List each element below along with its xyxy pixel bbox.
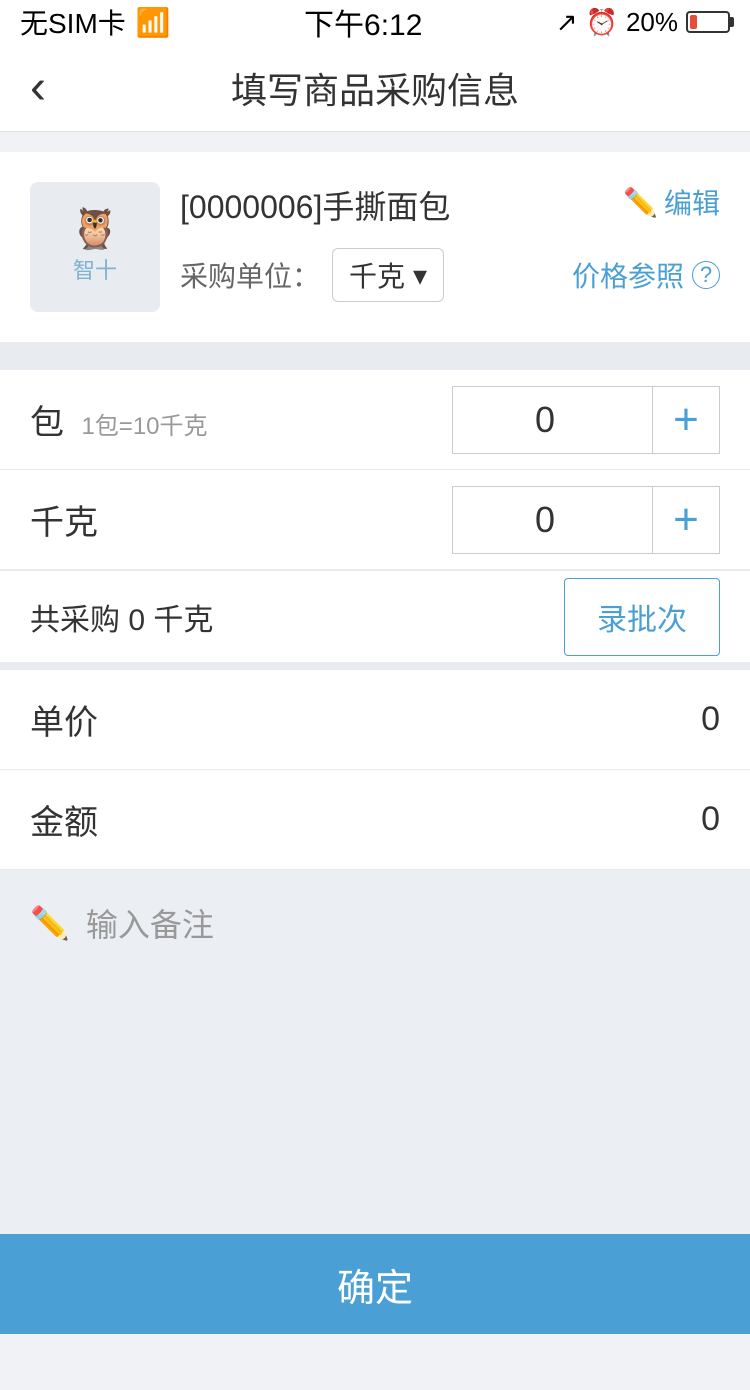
- dropdown-arrow-icon: ▾: [413, 259, 427, 292]
- edit-icon: ✏️: [623, 186, 658, 219]
- price-section: 单价 0 金额 0: [0, 670, 750, 870]
- wifi-icon: 📶: [136, 6, 171, 39]
- section-divider-1: [0, 350, 750, 370]
- quantity-section: 包 1包=10千克 + 千克 +: [0, 370, 750, 570]
- price-ref-label: 价格参照: [572, 255, 684, 295]
- edit-button[interactable]: ✏️ 编辑: [623, 182, 720, 222]
- edit-label: 编辑: [664, 182, 720, 222]
- product-info: [0000006]手撕面包 ✏️ 编辑 采购单位： 千克 ▾ 价格参照 ?: [180, 182, 720, 302]
- kg-quantity-input[interactable]: [452, 486, 652, 554]
- unit-price-value: 0: [701, 700, 720, 739]
- unit-price-label: 单价: [30, 695, 98, 744]
- bag-sub-label: 1包=10千克: [81, 413, 207, 440]
- amount-value: 0: [701, 800, 720, 839]
- status-right: ↗ ⏰ 20%: [556, 7, 730, 38]
- info-icon: ?: [692, 261, 720, 289]
- amount-label: 金额: [30, 795, 98, 844]
- confirm-label: 确定: [337, 1257, 413, 1312]
- battery-label: 20%: [626, 7, 678, 38]
- bag-plus-button[interactable]: +: [652, 386, 720, 454]
- confirm-button[interactable]: 确定: [0, 1234, 750, 1334]
- back-button[interactable]: ‹: [30, 64, 46, 112]
- unit-selector[interactable]: 千克 ▾: [332, 248, 444, 302]
- unit-price-row: 单价 0: [0, 670, 750, 770]
- bag-quantity-input[interactable]: [452, 386, 652, 454]
- status-time: 下午6:12: [304, 0, 422, 44]
- bag-input-group: +: [452, 386, 720, 454]
- product-card: 🦉 智十 [0000006]手撕面包 ✏️ 编辑 采购单位： 千克 ▾: [0, 152, 750, 350]
- status-left: 无SIM卡 📶: [20, 2, 171, 42]
- summary-text: 共采购 0 千克: [30, 595, 213, 639]
- pencil-icon: ✏️: [30, 904, 70, 942]
- location-icon: ↗: [556, 7, 578, 38]
- kg-input-row: 千克 +: [0, 470, 750, 570]
- carrier-label: 无SIM卡: [20, 2, 126, 42]
- brand-logo-text: 智十: [73, 253, 117, 285]
- summary-value: 0: [128, 604, 145, 637]
- summary-unit: 千克: [153, 604, 213, 637]
- product-name: [0000006]手撕面包: [180, 182, 450, 228]
- unit-label: 采购单位：: [180, 255, 320, 295]
- batch-record-button[interactable]: 录批次: [564, 578, 720, 656]
- owl-icon: 🦉: [70, 209, 120, 249]
- summary-row: 共采购 0 千克 录批次: [0, 570, 750, 670]
- bag-input-row: 包 1包=10千克 +: [0, 370, 750, 470]
- status-bar: 无SIM卡 📶 下午6:12 ↗ ⏰ 20%: [0, 0, 750, 44]
- unit-value: 千克: [349, 255, 405, 295]
- alarm-icon: ⏰: [586, 7, 618, 38]
- kg-input-group: +: [452, 486, 720, 554]
- amount-row: 金额 0: [0, 770, 750, 870]
- battery-icon: [686, 11, 730, 33]
- page-title: 填写商品采购信息: [231, 62, 519, 114]
- price-reference-button[interactable]: 价格参照 ?: [572, 255, 720, 295]
- notes-section[interactable]: ✏️ 输入备注: [0, 870, 750, 990]
- notes-placeholder: 输入备注: [86, 900, 214, 946]
- nav-bar: ‹ 填写商品采购信息: [0, 44, 750, 132]
- product-image: 🦉 智十: [30, 182, 160, 312]
- kg-label: 千克: [30, 495, 452, 544]
- bag-label: 包 1包=10千克: [30, 395, 452, 444]
- kg-plus-button[interactable]: +: [652, 486, 720, 554]
